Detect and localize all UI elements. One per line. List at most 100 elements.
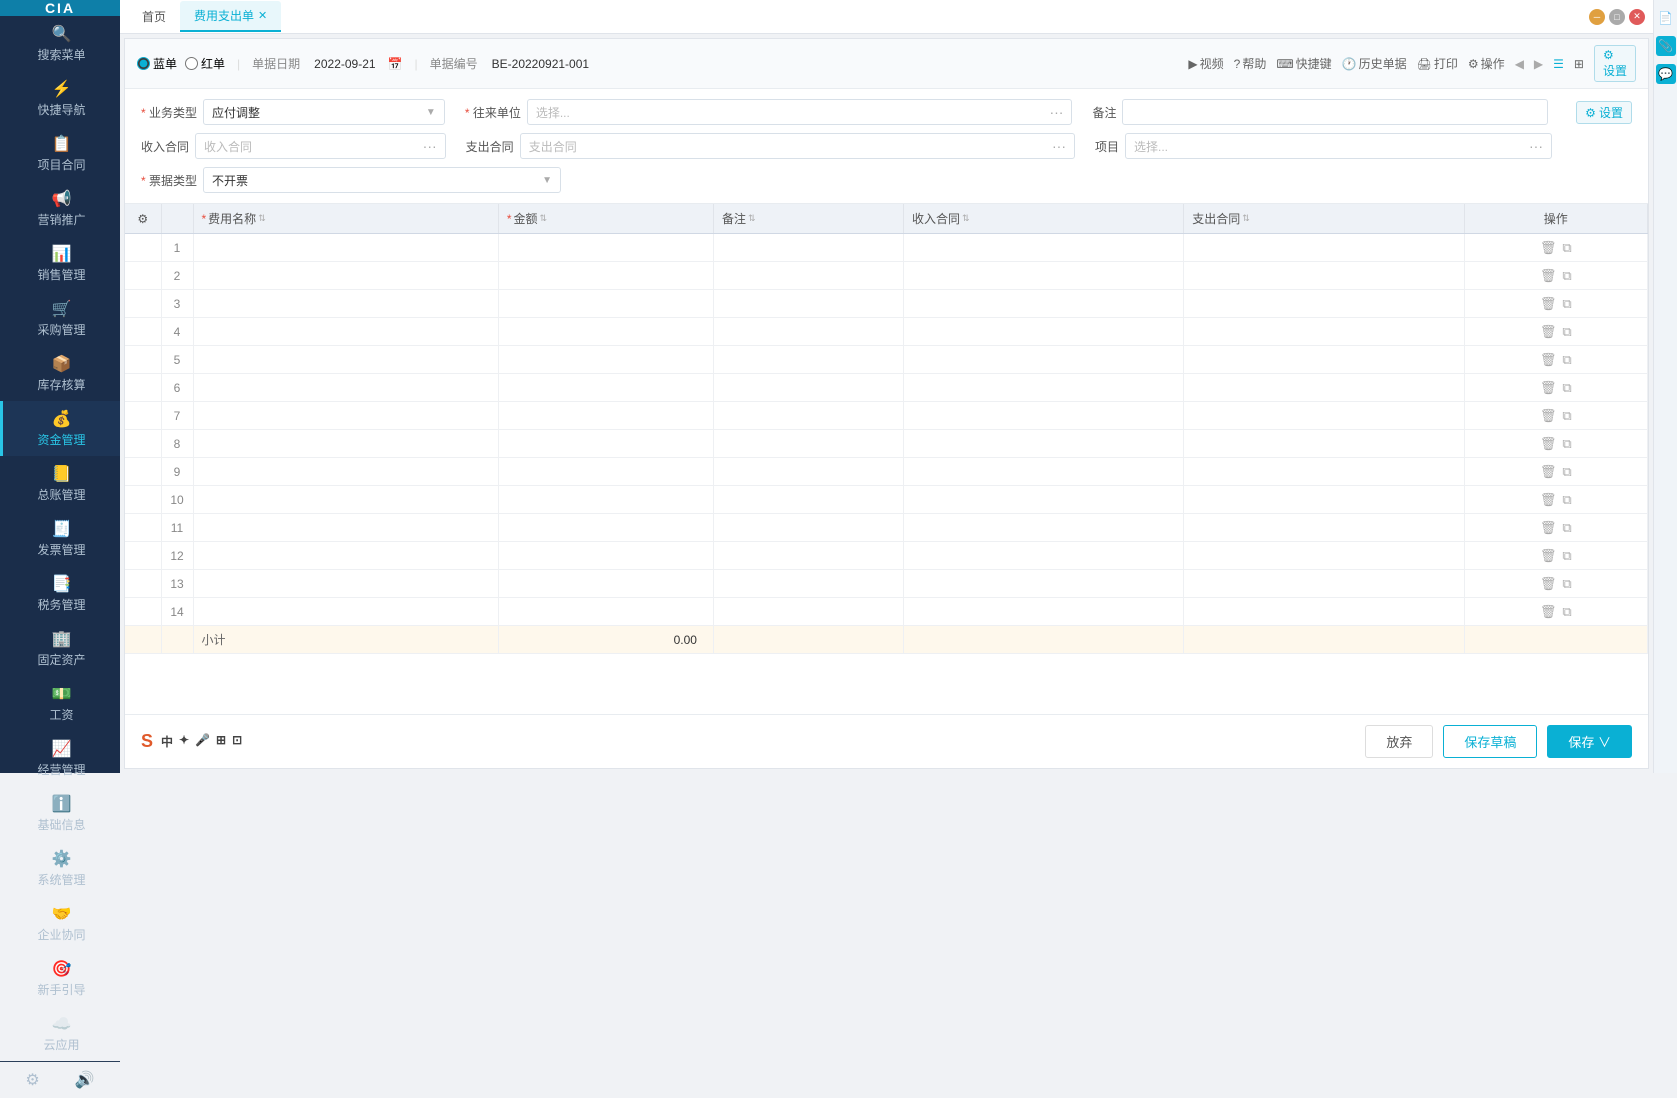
- row-income-cell[interactable]: [904, 402, 1184, 430]
- row-amount-cell[interactable]: [498, 318, 713, 346]
- row-name-cell[interactable]: [193, 458, 498, 486]
- row-name-cell[interactable]: [193, 486, 498, 514]
- row-note-cell[interactable]: [713, 570, 903, 598]
- table-row[interactable]: 4 🗑 ⧉: [125, 318, 1648, 346]
- business-type-input[interactable]: 应付调整 ▼: [203, 99, 445, 125]
- row-income-cell[interactable]: [904, 346, 1184, 374]
- row-note-cell[interactable]: [713, 514, 903, 542]
- right-panel-clip-icon[interactable]: 📎: [1656, 36, 1676, 56]
- table-row[interactable]: 8 🗑 ⧉: [125, 430, 1648, 458]
- row-amount-cell[interactable]: [498, 262, 713, 290]
- row-income-cell[interactable]: [904, 290, 1184, 318]
- table-row[interactable]: 9 🗑 ⧉: [125, 458, 1648, 486]
- row-note-cell[interactable]: [713, 290, 903, 318]
- prev-btn[interactable]: ◀: [1515, 57, 1524, 71]
- col-name-sort-icon[interactable]: ⇅: [258, 213, 266, 224]
- project-input[interactable]: 选择... ···: [1125, 133, 1552, 159]
- row-name-cell[interactable]: [193, 598, 498, 626]
- row-income-cell[interactable]: [904, 486, 1184, 514]
- sidebar-item-operations[interactable]: 📈 经营管理: [0, 731, 120, 786]
- copy-row-icon[interactable]: ⧉: [1562, 352, 1571, 368]
- tab-home[interactable]: 首页: [128, 2, 180, 31]
- row-name-cell[interactable]: [193, 234, 498, 262]
- col-amount-sort-icon[interactable]: ⇅: [540, 213, 548, 224]
- row-amount-cell[interactable]: [498, 570, 713, 598]
- row-note-cell[interactable]: [713, 458, 903, 486]
- row-expense-cell[interactable]: [1184, 430, 1464, 458]
- row-note-cell[interactable]: [713, 430, 903, 458]
- col-income-sort-icon[interactable]: ⇅: [962, 213, 970, 224]
- row-income-cell[interactable]: [904, 514, 1184, 542]
- table-row[interactable]: 2 🗑 ⧉: [125, 262, 1648, 290]
- delete-row-icon[interactable]: 🗑: [1540, 352, 1557, 368]
- row-amount-cell[interactable]: [498, 402, 713, 430]
- col-note-sort-icon[interactable]: ⇅: [748, 213, 756, 224]
- sidebar-item-assets[interactable]: 🏢 固定资产: [0, 621, 120, 676]
- row-note-cell[interactable]: [713, 402, 903, 430]
- settings-button[interactable]: ⚙ 设置: [1594, 45, 1636, 82]
- right-panel-chat-icon[interactable]: 💬: [1656, 64, 1676, 84]
- col-expense-sort-icon[interactable]: ⇅: [1242, 213, 1250, 224]
- delete-row-icon[interactable]: 🗑: [1540, 464, 1557, 480]
- sidebar-item-newbie[interactable]: 🎯 新手引导: [0, 951, 120, 1006]
- brand-icon-3[interactable]: 🎤: [195, 733, 210, 750]
- list-view-icon[interactable]: ☰: [1553, 57, 1564, 71]
- tab-expense[interactable]: 费用支出单 ✕: [180, 1, 281, 32]
- table-row[interactable]: 13 🗑 ⧉: [125, 570, 1648, 598]
- row-amount-cell[interactable]: [498, 458, 713, 486]
- brand-icon-1[interactable]: 中: [161, 733, 173, 750]
- table-row[interactable]: 14 🗑 ⧉: [125, 598, 1648, 626]
- action-btn[interactable]: ⚙ 操作: [1468, 55, 1505, 72]
- row-name-cell[interactable]: [193, 290, 498, 318]
- copy-row-icon[interactable]: ⧉: [1562, 576, 1571, 592]
- row-note-cell[interactable]: [713, 542, 903, 570]
- copy-row-icon[interactable]: ⧉: [1562, 408, 1571, 424]
- sidebar-item-inventory[interactable]: 📦 库存核算: [0, 346, 120, 401]
- row-expense-cell[interactable]: [1184, 346, 1464, 374]
- row-expense-cell[interactable]: [1184, 290, 1464, 318]
- row-expense-cell[interactable]: [1184, 542, 1464, 570]
- row-income-cell[interactable]: [904, 318, 1184, 346]
- table-row[interactable]: 6 🗑 ⧉: [125, 374, 1648, 402]
- red-bill-radio[interactable]: 红单: [185, 55, 225, 72]
- copy-row-icon[interactable]: ⧉: [1562, 464, 1571, 480]
- next-btn[interactable]: ▶: [1534, 57, 1543, 71]
- copy-row-icon[interactable]: ⧉: [1562, 548, 1571, 564]
- row-name-cell[interactable]: [193, 346, 498, 374]
- table-row[interactable]: 10 🗑 ⧉: [125, 486, 1648, 514]
- delete-row-icon[interactable]: 🗑: [1540, 520, 1557, 536]
- copy-row-icon[interactable]: ⧉: [1562, 240, 1571, 256]
- delete-row-icon[interactable]: 🗑: [1540, 604, 1557, 620]
- table-wrapper[interactable]: ⚙ * 费用名称 ⇅: [125, 204, 1648, 714]
- row-income-cell[interactable]: [904, 262, 1184, 290]
- row-income-cell[interactable]: [904, 430, 1184, 458]
- row-amount-cell[interactable]: [498, 374, 713, 402]
- row-name-cell[interactable]: [193, 374, 498, 402]
- invoice-type-input[interactable]: 不开票 ▼: [203, 167, 561, 193]
- expense-contract-more-icon[interactable]: ···: [1052, 138, 1066, 154]
- brand-icon-5[interactable]: ⊡: [232, 733, 242, 750]
- row-note-cell[interactable]: [713, 262, 903, 290]
- brand-icon-2[interactable]: ✦: [179, 733, 189, 750]
- table-row[interactable]: 1 🗑 ⧉: [125, 234, 1648, 262]
- settings-bottom-icon[interactable]: ⚙: [25, 1070, 39, 1090]
- table-row[interactable]: 5 🗑 ⧉: [125, 346, 1648, 374]
- notes-input[interactable]: [1122, 99, 1548, 125]
- copy-row-icon[interactable]: ⧉: [1562, 268, 1571, 284]
- row-name-cell[interactable]: [193, 514, 498, 542]
- close-tab-icon[interactable]: ✕: [258, 9, 267, 22]
- col-settings-header[interactable]: ⚙: [125, 204, 161, 234]
- minimize-button[interactable]: ─: [1589, 9, 1605, 25]
- copy-row-icon[interactable]: ⧉: [1562, 520, 1571, 536]
- close-button[interactable]: ✕: [1629, 9, 1645, 25]
- maximize-button[interactable]: □: [1609, 9, 1625, 25]
- row-expense-cell[interactable]: [1184, 458, 1464, 486]
- row-note-cell[interactable]: [713, 598, 903, 626]
- row-income-cell[interactable]: [904, 234, 1184, 262]
- sidebar-item-ledger[interactable]: 📒 总账管理: [0, 456, 120, 511]
- sidebar-item-shortcut[interactable]: ⚡ 快捷导航: [0, 71, 120, 126]
- print-btn[interactable]: 🖨 打印: [1417, 55, 1458, 72]
- income-contract-more-icon[interactable]: ···: [423, 138, 437, 154]
- copy-row-icon[interactable]: ⧉: [1562, 604, 1571, 620]
- delete-row-icon[interactable]: 🗑: [1540, 492, 1557, 508]
